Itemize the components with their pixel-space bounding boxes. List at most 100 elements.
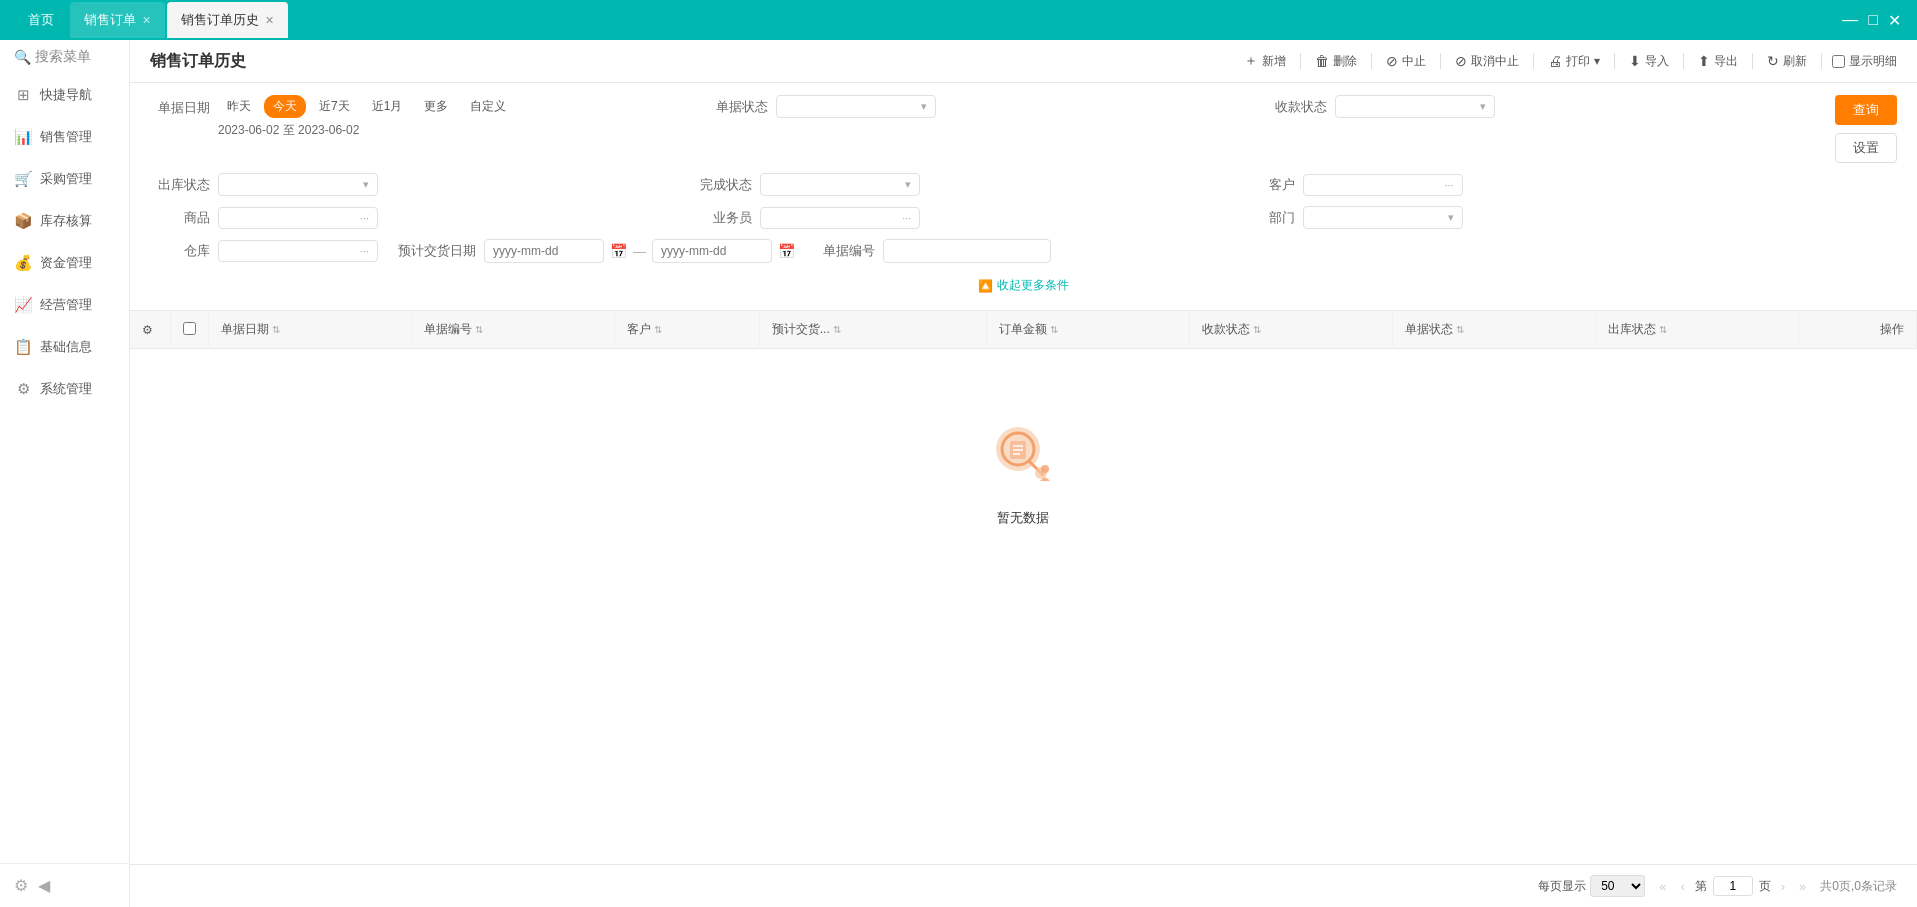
import-button[interactable]: ⬇ 导入 — [1625, 51, 1673, 72]
delivery-date-to[interactable] — [652, 239, 772, 263]
sidebar-search-label: 搜索菜单 — [35, 48, 91, 66]
inventory-icon: 📦 — [14, 212, 32, 230]
base-info-icon: 📋 — [14, 338, 32, 356]
th-customer-sort-icon[interactable]: ⇅ — [654, 324, 662, 335]
sidebar-search[interactable]: 🔍 搜索菜单 — [0, 40, 129, 74]
tab-sales-order-history[interactable]: 销售订单历史 ✕ — [167, 2, 288, 38]
filter-row-4: 仓库 ··· 预计交货日期 📅 — 📅 — [150, 239, 1897, 263]
sidebar-settings-icon[interactable]: ⚙ — [14, 876, 28, 895]
first-page-btn[interactable]: « — [1655, 877, 1670, 896]
search-icon: 🔍 — [14, 49, 31, 65]
th-settings[interactable]: ⚙ — [130, 311, 170, 349]
data-table: ⚙ 单据日期 ⇅ 单据编号 ⇅ — [130, 311, 1917, 587]
page-number-input[interactable] — [1713, 876, 1753, 896]
th-out-status-sort-icon[interactable]: ⇅ — [1659, 324, 1667, 335]
sys-mgmt-icon: ⚙ — [14, 380, 32, 398]
page-suffix: 页 — [1759, 878, 1771, 895]
bill-status-select[interactable]: ▾ — [776, 95, 936, 118]
th-out-status-label: 出库状态 — [1608, 322, 1656, 336]
sidebar-item-purchase-mgmt[interactable]: 🛒 采购管理 — [0, 158, 129, 200]
calendar-from-icon[interactable]: 📅 — [610, 243, 627, 259]
sidebar-item-base-info[interactable]: 📋 基础信息 — [0, 326, 129, 368]
print-button[interactable]: 🖨 打印 ▾ — [1544, 51, 1604, 72]
sidebar-item-finance[interactable]: 💰 资金管理 — [0, 242, 129, 284]
stop-button[interactable]: ⊘ 中止 — [1382, 51, 1430, 72]
new-button[interactable]: ＋ 新增 — [1240, 50, 1290, 72]
action-buttons: 查询 设置 — [1835, 95, 1897, 163]
date-tab-yesterday[interactable]: 昨天 — [218, 95, 260, 118]
warehouse-select[interactable]: ··· — [218, 240, 378, 262]
sidebar-item-inventory[interactable]: 📦 库存核算 — [0, 200, 129, 242]
goods-dots-icon: ··· — [360, 212, 369, 224]
customer-select[interactable]: ··· — [1303, 174, 1463, 196]
empty-state-row: 暂无数据 — [130, 349, 1917, 588]
th-date-sort-icon[interactable]: ⇅ — [272, 324, 280, 335]
collapse-bar[interactable]: 🔼 收起更多条件 — [150, 273, 1897, 298]
top-bar-right: — □ ✕ — [1842, 11, 1907, 30]
sidebar-item-quick-nav[interactable]: ⊞ 快捷导航 — [0, 74, 129, 116]
per-page-select[interactable]: 50 10 20 100 — [1590, 875, 1645, 897]
out-status-arrow-icon: ▾ — [363, 178, 369, 191]
tab-sales-order-history-label: 销售订单历史 — [181, 11, 259, 29]
th-checkbox[interactable] — [170, 311, 208, 349]
calendar-to-icon[interactable]: 📅 — [778, 243, 795, 259]
th-amount-sort-icon[interactable]: ⇅ — [1050, 324, 1058, 335]
window-close-btn[interactable]: ✕ — [1888, 11, 1901, 30]
sidebar-collapse-icon[interactable]: ◀ — [38, 876, 50, 895]
table-container: ⚙ 单据日期 ⇅ 单据编号 ⇅ — [130, 311, 1917, 864]
set-button[interactable]: 设置 — [1835, 133, 1897, 163]
refresh-icon: ↻ — [1767, 53, 1779, 69]
delivery-date-from[interactable] — [484, 239, 604, 263]
date-tab-1month[interactable]: 近1月 — [363, 95, 412, 118]
sidebar-item-sales-mgmt[interactable]: 📊 销售管理 — [0, 116, 129, 158]
complete-status-select[interactable]: ▾ — [760, 173, 920, 196]
select-all-checkbox[interactable] — [183, 322, 196, 335]
salesperson-dots-icon: ··· — [902, 212, 911, 224]
empty-state: 暂无数据 — [130, 349, 1917, 587]
cancel-stop-button[interactable]: ⊘ 取消中止 — [1451, 51, 1523, 72]
date-tab-7days[interactable]: 近7天 — [310, 95, 359, 118]
date-tab-custom[interactable]: 自定义 — [461, 95, 515, 118]
out-status-select[interactable]: ▾ — [218, 173, 378, 196]
department-select[interactable]: ▾ — [1303, 206, 1463, 229]
last-page-btn[interactable]: » — [1795, 877, 1810, 896]
query-button[interactable]: 查询 — [1835, 95, 1897, 125]
tab-sales-order[interactable]: 销售订单 ✕ — [70, 2, 165, 38]
th-payment-status-sort-icon[interactable]: ⇅ — [1253, 324, 1261, 335]
date-tab-today[interactable]: 今天 — [264, 95, 306, 118]
th-bill-no-sort-icon[interactable]: ⇅ — [475, 324, 483, 335]
delete-button[interactable]: 🗑 删除 — [1311, 51, 1361, 72]
sidebar-item-operations[interactable]: 📈 经营管理 — [0, 284, 129, 326]
empty-illustration — [973, 409, 1073, 509]
goods-select[interactable]: ··· — [218, 207, 378, 229]
display-detail-toggle[interactable]: 显示明细 — [1832, 53, 1897, 70]
settings-icon[interactable]: ⚙ — [142, 323, 153, 337]
th-amount-label: 订单金额 — [999, 322, 1047, 336]
salesperson-select[interactable]: ··· — [760, 207, 920, 229]
th-date: 单据日期 ⇅ — [208, 311, 411, 349]
export-icon: ⬆ — [1698, 53, 1710, 69]
th-delivery-sort-icon[interactable]: ⇅ — [833, 324, 841, 335]
th-amount: 订单金额 ⇅ — [986, 311, 1189, 349]
display-detail-checkbox[interactable] — [1832, 55, 1845, 68]
prev-page-btn[interactable]: ‹ — [1676, 877, 1688, 896]
window-minimize-btn[interactable]: — — [1842, 11, 1858, 29]
chevron-up-icon: 🔼 — [978, 279, 993, 293]
tab-bar: 首页 销售订单 ✕ 销售订单历史 ✕ — [14, 2, 1842, 38]
payment-status-select[interactable]: ▾ — [1335, 95, 1495, 118]
divider-3 — [1440, 53, 1441, 69]
next-page-btn[interactable]: › — [1777, 877, 1789, 896]
sidebar-item-sys-mgmt[interactable]: ⚙ 系统管理 — [0, 368, 129, 410]
th-customer-label: 客户 — [627, 322, 651, 336]
tab-sales-order-close[interactable]: ✕ — [142, 14, 151, 27]
th-date-label: 单据日期 — [221, 322, 269, 336]
tab-sales-order-history-close[interactable]: ✕ — [265, 14, 274, 27]
export-button[interactable]: ⬆ 导出 — [1694, 51, 1742, 72]
th-bill-status-sort-icon[interactable]: ⇅ — [1456, 324, 1464, 335]
window-restore-btn[interactable]: □ — [1868, 11, 1878, 29]
tab-home[interactable]: 首页 — [14, 2, 68, 38]
refresh-button[interactable]: ↻ 刷新 — [1763, 51, 1811, 72]
date-tab-more[interactable]: 更多 — [415, 95, 457, 118]
bill-no-input[interactable] — [883, 239, 1051, 263]
divider-7 — [1752, 53, 1753, 69]
